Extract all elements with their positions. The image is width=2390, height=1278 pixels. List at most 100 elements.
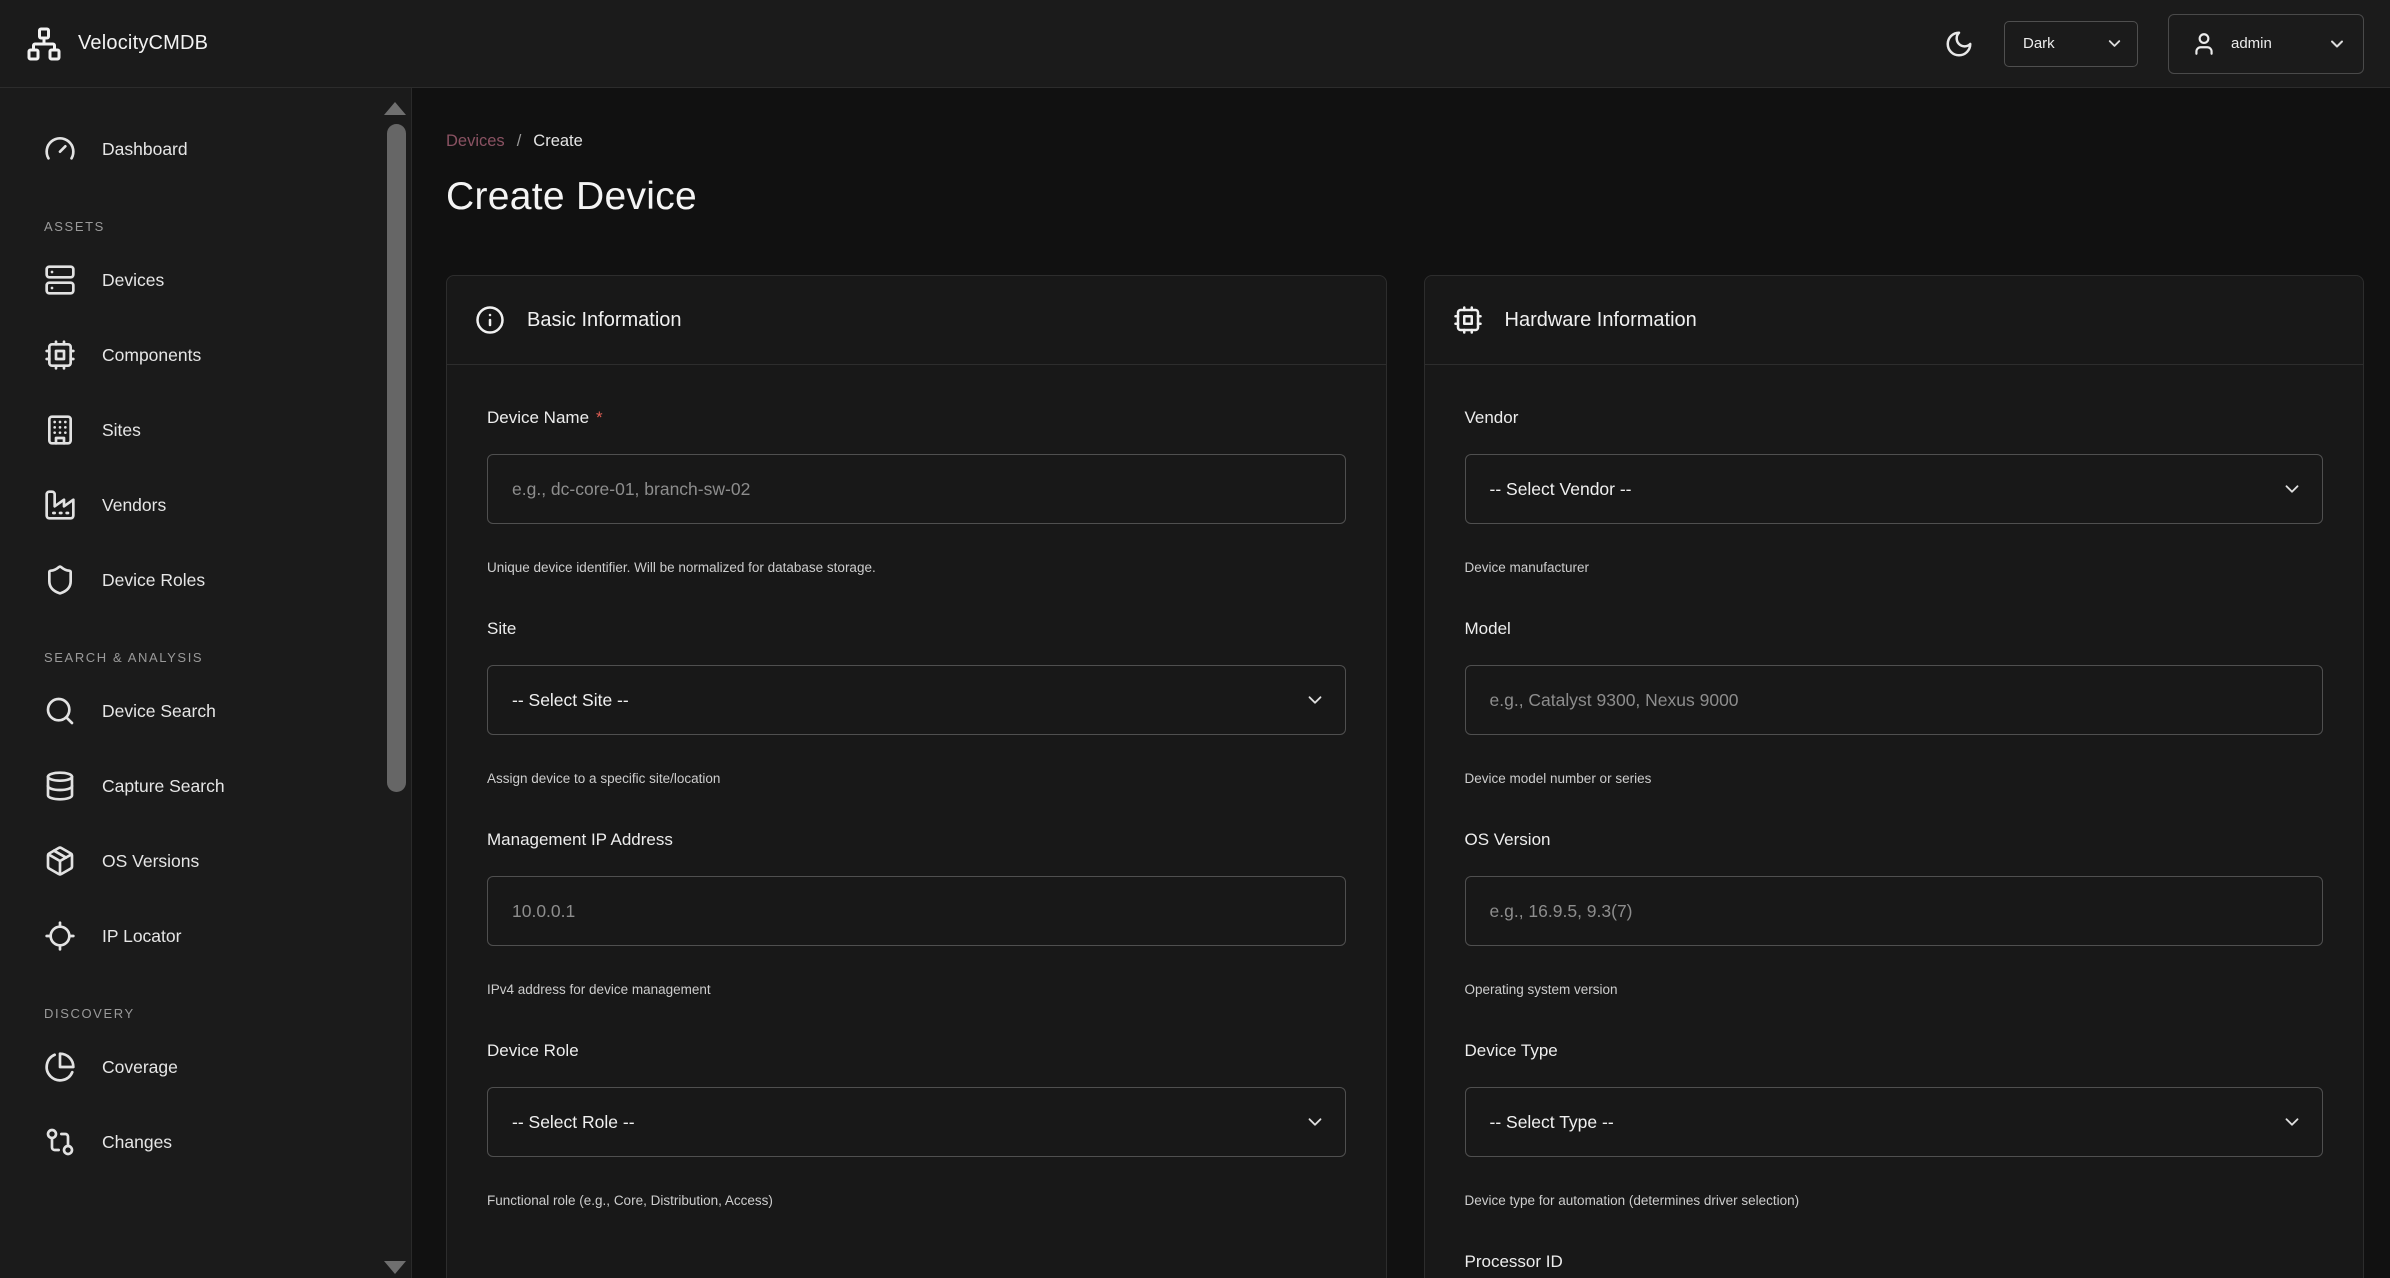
sidebar-item-capture-search[interactable]: Capture Search	[0, 762, 411, 810]
model-input[interactable]	[1465, 665, 2324, 735]
chevron-down-icon	[2281, 1111, 2303, 1133]
field-label: Processor ID	[1465, 1252, 2324, 1272]
card-title: Basic Information	[527, 309, 682, 332]
sidebar-item-os-versions[interactable]: OS Versions	[0, 837, 411, 885]
chevron-down-icon	[1304, 1111, 1326, 1133]
sidebar: Dashboard ASSETS Devices Components Site…	[0, 88, 412, 1278]
hardware-information-card: Hardware Information Vendor -- Select Ve…	[1424, 275, 2365, 1278]
shield-icon	[44, 564, 76, 596]
sidebar-scroll-down-arrow[interactable]	[384, 1261, 406, 1274]
server-icon	[44, 264, 76, 296]
theme-select-value: Dark	[2023, 35, 2055, 52]
field-help: Device type for automation (determines d…	[1465, 1193, 2324, 1208]
site-select[interactable]: -- Select Site --	[487, 665, 1346, 735]
theme-select[interactable]: Dark	[2004, 21, 2138, 67]
chevron-down-icon	[1304, 689, 1326, 711]
sidebar-item-components[interactable]: Components	[0, 331, 411, 379]
sidebar-item-devices[interactable]: Devices	[0, 256, 411, 304]
sidebar-item-label: Coverage	[102, 1057, 178, 1078]
chevron-down-icon	[2327, 34, 2347, 54]
field-help: Device manufacturer	[1465, 560, 2324, 575]
sidebar-item-vendors[interactable]: Vendors	[0, 481, 411, 529]
gauge-icon	[44, 133, 76, 165]
field-label: Device Type	[1465, 1041, 2324, 1061]
field-help: IPv4 address for device management	[487, 982, 1346, 997]
sidebar-item-dashboard[interactable]: Dashboard	[0, 125, 411, 173]
sidebar-scroll-up-arrow[interactable]	[384, 102, 406, 115]
basic-information-card: Basic Information Device Name* Unique de…	[446, 275, 1387, 1278]
field-help: Functional role (e.g., Core, Distributio…	[487, 1193, 1346, 1208]
sidebar-section-assets: ASSETS	[44, 219, 411, 234]
field-help: Assign device to a specific site/locatio…	[487, 771, 1346, 786]
field-site: Site -- Select Site -- Assign device to …	[487, 619, 1346, 786]
cpu-icon	[44, 339, 76, 371]
breadcrumb-link-devices[interactable]: Devices	[446, 132, 505, 151]
field-device-role: Device Role -- Select Role -- Functional…	[487, 1041, 1346, 1208]
sidebar-section-discovery: DISCOVERY	[44, 1006, 411, 1021]
required-asterisk: *	[596, 408, 603, 427]
os-version-input[interactable]	[1465, 876, 2324, 946]
building-icon	[44, 414, 76, 446]
field-processor-id: Processor ID	[1465, 1252, 2324, 1272]
management-ip-input[interactable]	[487, 876, 1346, 946]
app-logo[interactable]: VelocityCMDB	[26, 26, 208, 62]
breadcrumb: Devices / Create	[446, 132, 2364, 151]
field-label: Site	[487, 619, 1346, 639]
package-icon	[44, 845, 76, 877]
sidebar-item-label: Changes	[102, 1132, 172, 1153]
sidebar-item-label: Dashboard	[102, 139, 188, 160]
field-model: Model Device model number or series	[1465, 619, 2324, 786]
device-name-input[interactable]	[487, 454, 1346, 524]
locate-icon	[44, 920, 76, 952]
topbar: VelocityCMDB Dark admin	[0, 0, 2390, 88]
sidebar-item-sites[interactable]: Sites	[0, 406, 411, 454]
database-icon	[44, 770, 76, 802]
field-label: Device Role	[487, 1041, 1346, 1061]
card-header: Basic Information	[447, 276, 1386, 365]
pie-chart-icon	[44, 1051, 76, 1083]
sidebar-item-label: Device Roles	[102, 570, 205, 591]
moon-icon[interactable]	[1944, 29, 1974, 59]
breadcrumb-current: Create	[533, 132, 583, 151]
card-body: Vendor -- Select Vendor -- Device manufa…	[1425, 365, 2364, 1278]
sidebar-item-coverage[interactable]: Coverage	[0, 1043, 411, 1091]
field-vendor: Vendor -- Select Vendor -- Device manufa…	[1465, 408, 2324, 575]
sidebar-section-search-analysis: SEARCH & ANALYSIS	[44, 650, 411, 665]
user-icon	[2191, 31, 2217, 57]
main-content: Devices / Create Create Device Basic Inf…	[412, 88, 2390, 1278]
form-cards: Basic Information Device Name* Unique de…	[446, 275, 2364, 1278]
chevron-down-icon	[2105, 34, 2124, 53]
field-label: Management IP Address	[487, 830, 1346, 850]
field-help: Device model number or series	[1465, 771, 2324, 786]
vendor-select[interactable]: -- Select Vendor --	[1465, 454, 2324, 524]
sidebar-item-label: OS Versions	[102, 851, 199, 872]
field-management-ip: Management IP Address IPv4 address for d…	[487, 830, 1346, 997]
sidebar-item-label: Device Search	[102, 701, 216, 722]
app-title: VelocityCMDB	[78, 32, 208, 55]
sidebar-item-ip-locator[interactable]: IP Locator	[0, 912, 411, 960]
card-header: Hardware Information	[1425, 276, 2364, 365]
sidebar-item-label: Devices	[102, 270, 164, 291]
cpu-icon	[1453, 305, 1483, 335]
sidebar-item-label: IP Locator	[102, 926, 181, 947]
field-device-name: Device Name* Unique device identifier. W…	[487, 408, 1346, 575]
breadcrumb-separator: /	[517, 132, 522, 151]
device-role-select[interactable]: -- Select Role --	[487, 1087, 1346, 1157]
network-icon	[26, 26, 62, 62]
sidebar-item-changes[interactable]: Changes	[0, 1118, 411, 1166]
field-label: Vendor	[1465, 408, 2324, 428]
device-type-select[interactable]: -- Select Type --	[1465, 1087, 2324, 1157]
sidebar-item-label: Vendors	[102, 495, 166, 516]
sidebar-item-label: Capture Search	[102, 776, 225, 797]
sidebar-item-label: Components	[102, 345, 201, 366]
sidebar-scrollbar-thumb[interactable]	[387, 124, 406, 792]
field-label: Model	[1465, 619, 2324, 639]
user-menu[interactable]: admin	[2168, 14, 2364, 74]
field-label: OS Version	[1465, 830, 2324, 850]
sidebar-item-label: Sites	[102, 420, 141, 441]
field-help: Operating system version	[1465, 982, 2324, 997]
sidebar-item-device-search[interactable]: Device Search	[0, 687, 411, 735]
card-title: Hardware Information	[1505, 309, 1697, 332]
sidebar-item-device-roles[interactable]: Device Roles	[0, 556, 411, 604]
card-body: Device Name* Unique device identifier. W…	[447, 365, 1386, 1278]
